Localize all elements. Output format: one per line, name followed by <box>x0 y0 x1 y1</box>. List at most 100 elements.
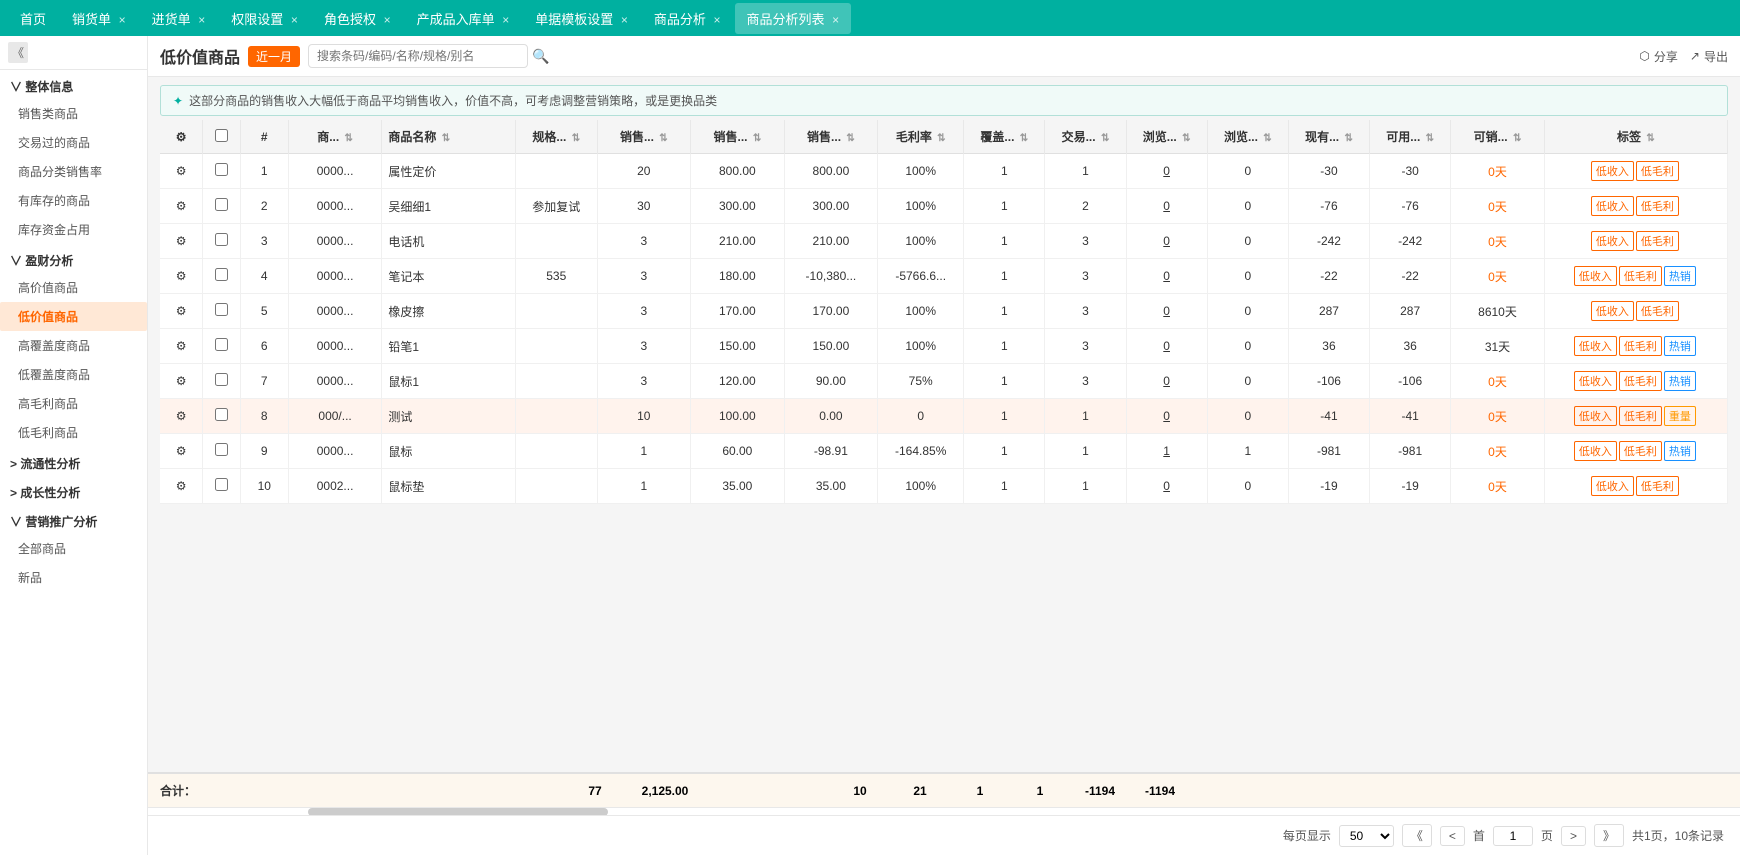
sidebar-item-high-value[interactable]: 高价值商品 <box>0 273 147 302</box>
row-gear[interactable]: ⚙ <box>160 259 203 294</box>
nav-home[interactable]: 首页 <box>8 3 58 34</box>
col-views1[interactable]: 浏览... ⇅ <box>1126 120 1207 154</box>
views-link[interactable]: 0 <box>1163 339 1170 353</box>
row-gear[interactable]: ⚙ <box>160 154 203 189</box>
search-input[interactable] <box>308 44 528 68</box>
nav-permissions[interactable]: 权限设置 × <box>219 3 310 34</box>
row-select-checkbox[interactable] <box>215 268 228 281</box>
views-link[interactable]: 0 <box>1163 164 1170 178</box>
sidebar-item-traded-goods[interactable]: 交易过的商品 <box>0 128 147 157</box>
row-views1[interactable]: 0 <box>1126 259 1207 294</box>
views-link[interactable]: 1 <box>1163 444 1170 458</box>
nav-purchase[interactable]: 进货单 × <box>140 3 218 34</box>
row-checkbox[interactable] <box>203 434 240 469</box>
col-trade-days[interactable]: 交易... ⇅ <box>1045 120 1126 154</box>
row-select-checkbox[interactable] <box>215 408 228 421</box>
col-gear[interactable]: ⚙ <box>160 120 203 154</box>
sidebar-item-category-rate[interactable]: 商品分类销售率 <box>0 157 147 186</box>
col-current-stock[interactable]: 现有... ⇅ <box>1288 120 1369 154</box>
table-wrap[interactable]: ⚙ # 商... ⇅ 商品名称 ⇅ 规格... ⇅ 销售... ⇅ 销售... … <box>148 120 1740 772</box>
sidebar-item-all-goods[interactable]: 全部商品 <box>0 534 147 563</box>
prev-page-btn[interactable]: < <box>1440 826 1465 846</box>
row-views1[interactable]: 0 <box>1126 294 1207 329</box>
first-page-btn[interactable]: 《 <box>1402 824 1432 847</box>
nav-analysis-list[interactable]: 商品分析列表 × <box>735 3 852 34</box>
row-views1[interactable]: 0 <box>1126 224 1207 259</box>
row-gear[interactable]: ⚙ <box>160 364 203 399</box>
col-tags[interactable]: 标签 ⇅ <box>1544 120 1727 154</box>
nav-roles[interactable]: 角色授权 × <box>312 3 403 34</box>
row-views1[interactable]: 0 <box>1126 189 1207 224</box>
row-checkbox[interactable] <box>203 364 240 399</box>
row-checkbox[interactable] <box>203 224 240 259</box>
row-views1[interactable]: 0 <box>1126 364 1207 399</box>
col-code[interactable]: 商... ⇅ <box>288 120 382 154</box>
row-select-checkbox[interactable] <box>215 303 228 316</box>
row-checkbox[interactable] <box>203 189 240 224</box>
sidebar-item-sales-goods[interactable]: 销售类商品 <box>0 99 147 128</box>
row-gear[interactable]: ⚙ <box>160 294 203 329</box>
sidebar-item-high-coverage[interactable]: 高覆盖度商品 <box>0 331 147 360</box>
sidebar-collapse-btn[interactable]: 《 <box>8 42 28 63</box>
views-link[interactable]: 0 <box>1163 269 1170 283</box>
views-link[interactable]: 0 <box>1163 374 1170 388</box>
col-saleable-days[interactable]: 可销... ⇅ <box>1451 120 1545 154</box>
sidebar-item-new-goods[interactable]: 新品 <box>0 563 147 592</box>
row-views1[interactable]: 1 <box>1126 434 1207 469</box>
date-badge[interactable]: 近一月 <box>248 46 300 67</box>
row-checkbox[interactable] <box>203 294 240 329</box>
row-gear[interactable]: ⚙ <box>160 399 203 434</box>
row-checkbox[interactable] <box>203 399 240 434</box>
search-icon[interactable]: 🔍 <box>532 48 549 65</box>
sidebar-item-in-stock[interactable]: 有库存的商品 <box>0 186 147 215</box>
sidebar-item-high-profit[interactable]: 高毛利商品 <box>0 389 147 418</box>
nav-warehouse[interactable]: 产成品入库单 × <box>405 3 522 34</box>
row-views1[interactable]: 0 <box>1126 329 1207 364</box>
export-button[interactable]: ↗ 导出 <box>1690 48 1728 65</box>
sidebar-section-overview[interactable]: ∨ 整体信息 <box>0 70 147 99</box>
nav-sales[interactable]: 销货单 × <box>60 3 138 34</box>
views-link[interactable]: 0 <box>1163 304 1170 318</box>
sidebar-section-profit[interactable]: ∨ 盈财分析 <box>0 244 147 273</box>
horizontal-scrollbar[interactable] <box>308 808 608 815</box>
row-gear[interactable]: ⚙ <box>160 434 203 469</box>
col-sales-qty[interactable]: 销售... ⇅ <box>597 120 691 154</box>
row-gear[interactable]: ⚙ <box>160 224 203 259</box>
sidebar-item-low-profit[interactable]: 低毛利商品 <box>0 418 147 447</box>
row-select-checkbox[interactable] <box>215 443 228 456</box>
col-usable-stock[interactable]: 可用... ⇅ <box>1370 120 1451 154</box>
row-select-checkbox[interactable] <box>215 478 228 491</box>
nav-template[interactable]: 单据模板设置 × <box>523 3 640 34</box>
row-checkbox[interactable] <box>203 329 240 364</box>
views-link[interactable]: 0 <box>1163 409 1170 423</box>
col-spec[interactable]: 规格... ⇅ <box>515 120 597 154</box>
col-views2[interactable]: 浏览... ⇅ <box>1207 120 1288 154</box>
sidebar-section-circulation[interactable]: > 流通性分析 <box>0 447 147 476</box>
sidebar-section-growth[interactable]: > 成长性分析 <box>0 476 147 505</box>
row-checkbox[interactable] <box>203 469 240 504</box>
sidebar-item-low-coverage[interactable]: 低覆盖度商品 <box>0 360 147 389</box>
row-select-checkbox[interactable] <box>215 198 228 211</box>
row-select-checkbox[interactable] <box>215 373 228 386</box>
row-gear[interactable]: ⚙ <box>160 469 203 504</box>
col-sales-amount[interactable]: 销售... ⇅ <box>784 120 878 154</box>
col-select-all[interactable] <box>203 120 240 154</box>
share-button[interactable]: ⬡ 分享 <box>1639 48 1678 65</box>
row-views1[interactable]: 0 <box>1126 399 1207 434</box>
row-views1[interactable]: 0 <box>1126 154 1207 189</box>
row-select-checkbox[interactable] <box>215 233 228 246</box>
nav-analysis[interactable]: 商品分析 × <box>642 3 733 34</box>
page-number-input[interactable] <box>1493 826 1533 846</box>
row-select-checkbox[interactable] <box>215 338 228 351</box>
select-all-checkbox[interactable] <box>215 129 228 142</box>
sidebar-item-stock-capital[interactable]: 库存资金占用 <box>0 215 147 244</box>
views-link[interactable]: 0 <box>1163 199 1170 213</box>
col-gross-rate[interactable]: 毛利率 ⇅ <box>878 120 964 154</box>
sidebar-section-marketing[interactable]: ∨ 营销推广分析 <box>0 505 147 534</box>
col-name[interactable]: 商品名称 ⇅ <box>382 120 516 154</box>
page-size-select[interactable]: 50 100 200 <box>1339 825 1394 847</box>
sidebar-item-low-value[interactable]: 低价值商品 <box>0 302 147 331</box>
next-page-btn[interactable]: > <box>1561 826 1586 846</box>
col-coverage[interactable]: 覆盖... ⇅ <box>964 120 1045 154</box>
views-link[interactable]: 0 <box>1163 234 1170 248</box>
